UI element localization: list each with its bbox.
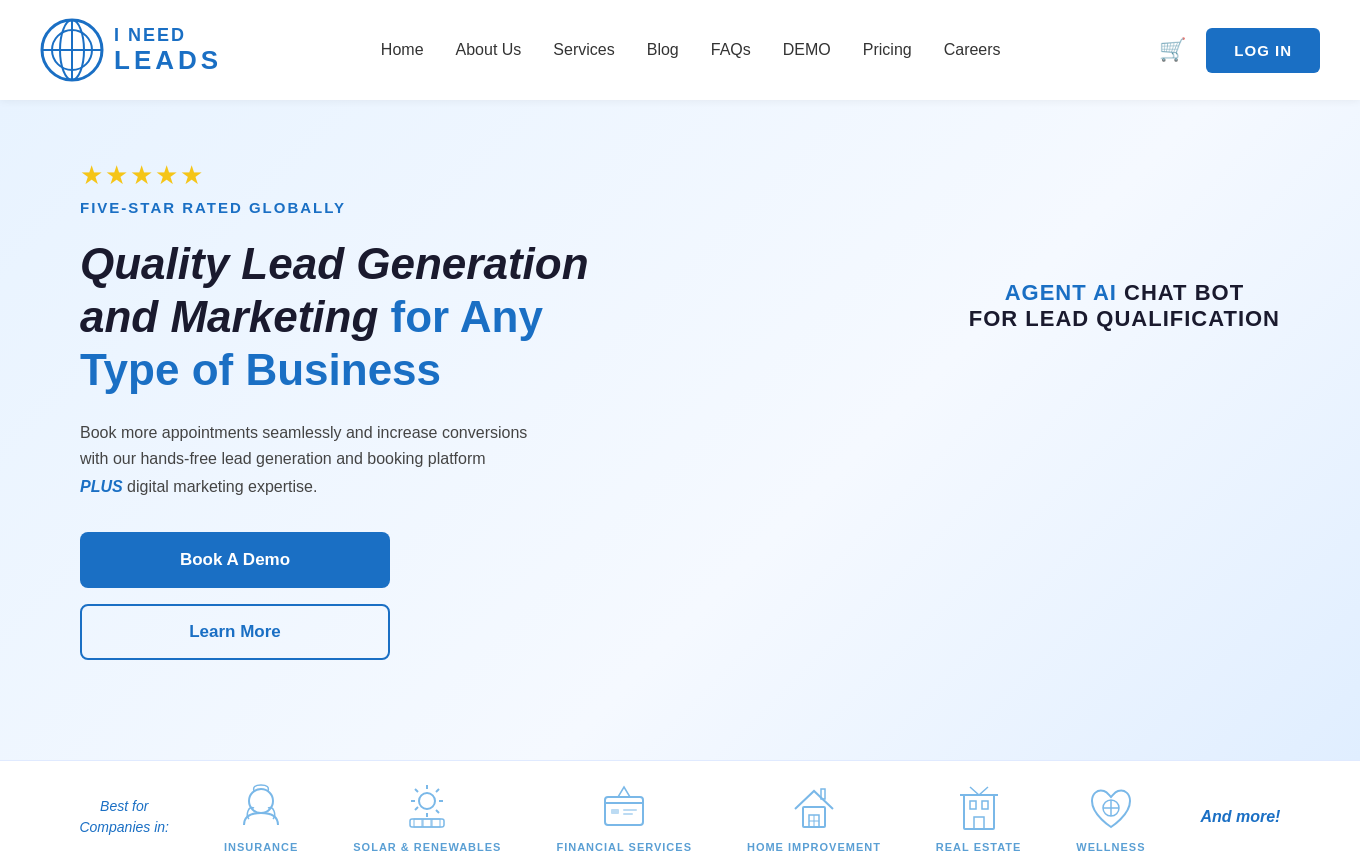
svg-rect-16	[414, 819, 422, 827]
and-more-label: And more!	[1200, 808, 1280, 826]
industry-wellness: WELLNESS	[1076, 781, 1145, 853]
logo-leads: LEADS	[114, 46, 222, 75]
svg-rect-17	[423, 819, 431, 827]
nav-faqs[interactable]: FAQs	[711, 41, 751, 59]
hero-left: ★★★★★ FIVE-STAR RATED GLOBALLY Quality L…	[80, 160, 680, 660]
rating-label: FIVE-STAR RATED GLOBALLY	[80, 199, 680, 216]
svg-line-14	[415, 807, 418, 810]
nav-blog[interactable]: Blog	[647, 41, 679, 59]
login-button[interactable]: LOG IN	[1206, 28, 1320, 73]
bottom-bar: Best for Companies in: INSURANCE	[0, 760, 1360, 859]
solar-label: SOLAR & RENEWABLES	[353, 841, 501, 853]
wellness-label: WELLNESS	[1076, 841, 1145, 853]
svg-rect-22	[623, 813, 633, 815]
navbar: I NEED LEADS Home About Us Services Blog…	[0, 0, 1360, 100]
hero-subtitle-2: PLUS digital marketing expertise.	[80, 478, 680, 496]
logo[interactable]: I NEED LEADS	[40, 18, 222, 82]
svg-line-11	[415, 789, 418, 792]
logo-i-need: I NEED	[114, 26, 222, 46]
financial-icon	[597, 781, 651, 835]
svg-rect-18	[432, 819, 440, 827]
best-for-line1: Best for	[100, 798, 148, 814]
hero-right: AGENT AI CHAT BOT FOR LEAD QUALIFICATION	[680, 160, 1280, 332]
svg-rect-15	[410, 819, 444, 827]
svg-rect-27	[964, 795, 994, 829]
svg-line-12	[436, 810, 439, 813]
agent-ai-rest: CHAT BOT	[1117, 280, 1244, 305]
svg-rect-20	[611, 809, 619, 814]
best-for-label: Best for Companies in:	[79, 796, 169, 838]
industry-home-improvement: HOME IMPROVEMENT	[747, 781, 881, 853]
svg-point-6	[419, 793, 435, 809]
hero-section: ★★★★★ FIVE-STAR RATED GLOBALLY Quality L…	[0, 100, 1360, 760]
svg-point-5	[249, 789, 273, 813]
insurance-icon	[234, 781, 288, 835]
hero-plus: PLUS	[80, 478, 123, 495]
nav-links: Home About Us Services Blog FAQs DEMO Pr…	[381, 41, 1001, 59]
insurance-label: INSURANCE	[224, 841, 298, 853]
industry-solar: SOLAR & RENEWABLES	[353, 781, 501, 853]
financial-label: FINANCIAL SERVICES	[556, 841, 692, 853]
home-improvement-label: HOME IMPROVEMENT	[747, 841, 881, 853]
solar-icon	[400, 781, 454, 835]
agent-ai-sub: FOR LEAD QUALIFICATION	[969, 306, 1280, 332]
wellness-icon	[1084, 781, 1138, 835]
agent-ai-box: AGENT AI CHAT BOT FOR LEAD QUALIFICATION	[969, 280, 1280, 332]
nav-services[interactable]: Services	[553, 41, 614, 59]
home-improvement-icon	[787, 781, 841, 835]
agent-ai-blue: AGENT AI	[1005, 280, 1117, 305]
industry-insurance: INSURANCE	[224, 781, 298, 853]
best-for-line2: Companies in:	[79, 819, 169, 835]
logo-text: I NEED LEADS	[114, 26, 222, 74]
book-demo-button[interactable]: Book A Demo	[80, 532, 390, 588]
nav-about[interactable]: About Us	[456, 41, 522, 59]
svg-rect-28	[970, 801, 976, 809]
real-estate-icon	[952, 781, 1006, 835]
learn-more-button[interactable]: Learn More	[80, 604, 390, 660]
nav-right: 🛒 LOG IN	[1159, 28, 1320, 73]
industry-real-estate: REAL ESTATE	[936, 781, 1022, 853]
agent-ai-label: AGENT AI CHAT BOT	[969, 280, 1280, 306]
industry-financial: FINANCIAL SERVICES	[556, 781, 692, 853]
nav-demo[interactable]: DEMO	[783, 41, 831, 59]
hero-subtitle-1: Book more appointments seamlessly and in…	[80, 420, 680, 471]
star-rating: ★★★★★	[80, 160, 680, 191]
svg-rect-29	[982, 801, 988, 809]
nav-home[interactable]: Home	[381, 41, 424, 59]
logo-icon	[40, 18, 104, 82]
cart-icon[interactable]: 🛒	[1159, 37, 1186, 63]
nav-careers[interactable]: Careers	[944, 41, 1001, 59]
hero-title: Quality Lead Generationand Marketing for…	[80, 238, 680, 396]
hero-subtitle-extra: digital marketing expertise.	[123, 478, 318, 495]
svg-rect-30	[974, 817, 984, 829]
nav-pricing[interactable]: Pricing	[863, 41, 912, 59]
svg-rect-21	[623, 809, 637, 811]
svg-line-13	[436, 789, 439, 792]
real-estate-label: REAL ESTATE	[936, 841, 1022, 853]
